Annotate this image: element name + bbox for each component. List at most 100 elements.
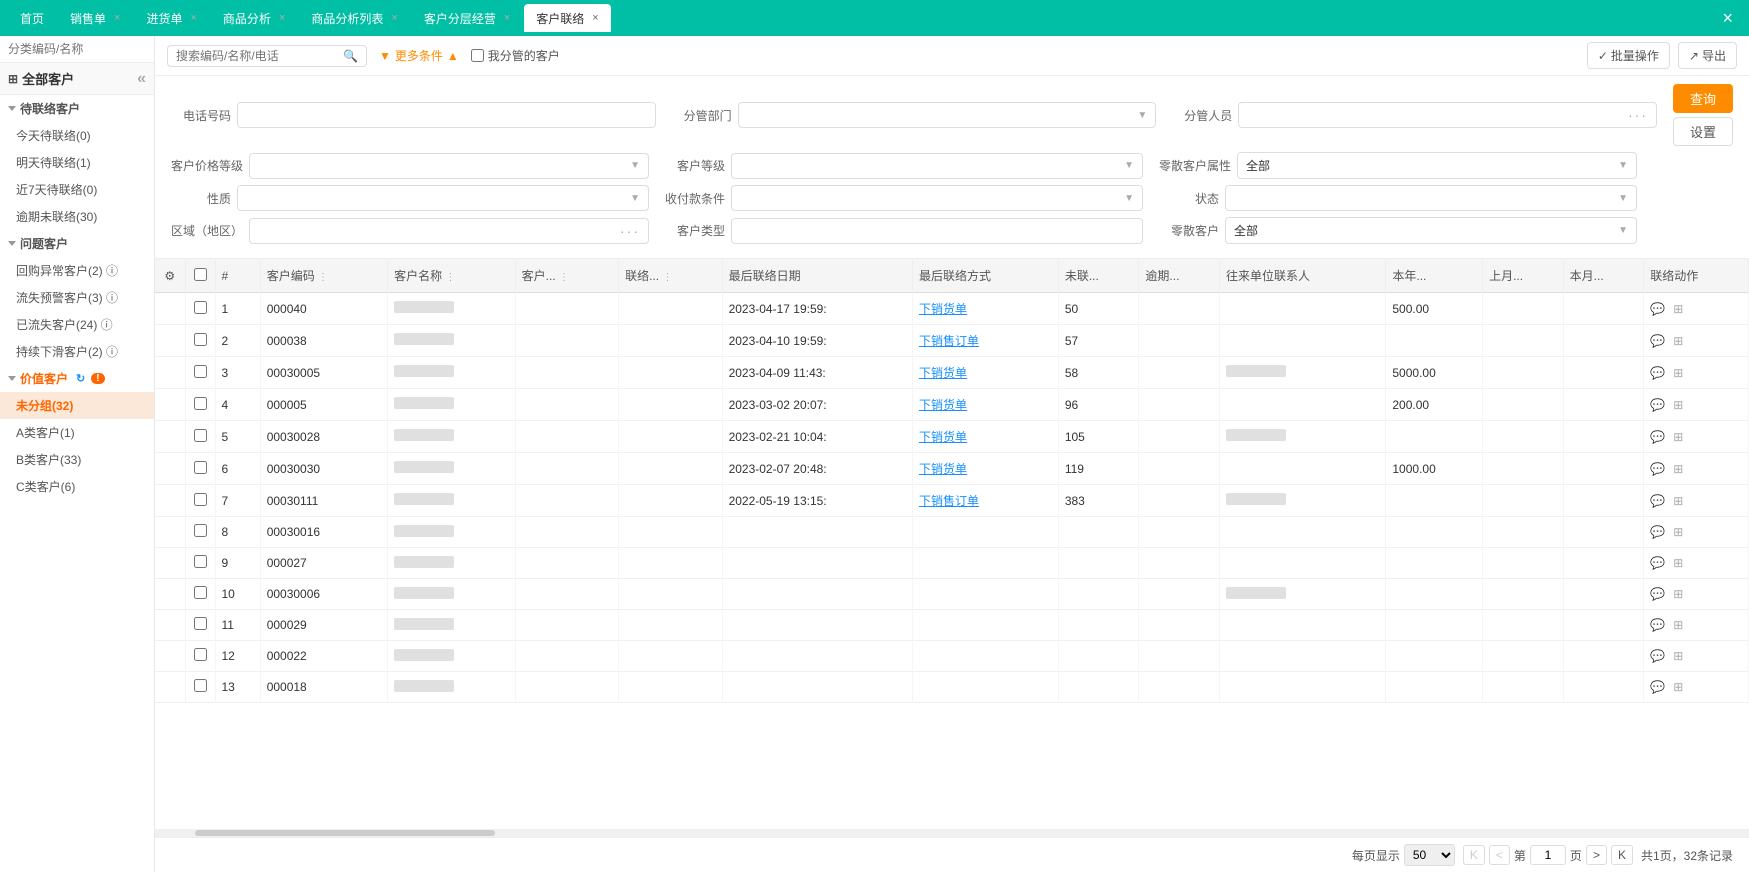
col-last-month[interactable]: 上月...	[1483, 259, 1564, 293]
filter-phone-input[interactable]	[237, 102, 656, 128]
filter-dept-select[interactable]: ▼	[738, 102, 1157, 128]
chat-action-icon[interactable]: 💬	[1650, 618, 1665, 632]
sidebar-search-input[interactable]	[8, 42, 155, 56]
sidebar-item-tomorrow-pending[interactable]: 明天待联络(1)	[0, 149, 154, 176]
tab-product-analysis[interactable]: 商品分析 ×	[211, 4, 297, 32]
grid-action-icon[interactable]: ⊞	[1673, 556, 1683, 570]
row-last-method[interactable]: 下销货单	[913, 453, 1059, 485]
close-all-tabs[interactable]: ×	[1714, 8, 1741, 29]
chat-action-icon[interactable]: 💬	[1650, 302, 1665, 316]
export-btn[interactable]: ↗ 导出	[1678, 42, 1737, 69]
main-search-input[interactable]	[176, 49, 339, 63]
grid-action-icon[interactable]: ⊞	[1673, 462, 1683, 476]
query-btn[interactable]: 查询	[1673, 84, 1733, 113]
chat-action-icon[interactable]: 💬	[1650, 430, 1665, 444]
chat-action-icon[interactable]: 💬	[1650, 556, 1665, 570]
row-last-method[interactable]	[913, 672, 1059, 703]
col-contact[interactable]: 联络... ⋮	[619, 259, 722, 293]
my-customers-check[interactable]	[471, 49, 484, 62]
row-checkbox[interactable]	[185, 421, 215, 453]
tab-customer-contact-close[interactable]: ×	[592, 12, 598, 24]
main-search-icon[interactable]: 🔍	[343, 49, 358, 63]
sidebar-item-churned[interactable]: 已流失客户(24) ⓘ	[0, 311, 154, 338]
tab-purchase[interactable]: 进货单 ×	[134, 4, 208, 32]
tab-sales-close[interactable]: ×	[114, 12, 120, 24]
value-customers-section[interactable]: 价值客户 ↻ !	[0, 365, 154, 392]
my-customers-checkbox[interactable]: 我分管的客户	[471, 47, 560, 64]
chat-action-icon[interactable]: 💬	[1650, 462, 1665, 476]
horizontal-scrollbar[interactable]	[155, 829, 1749, 837]
col-last-date[interactable]: 最后联络日期	[722, 259, 912, 293]
refresh-icon[interactable]: ↻	[76, 372, 85, 385]
nav-first-btn[interactable]: K	[1463, 845, 1485, 865]
col-type[interactable]: 客户... ⋮	[515, 259, 618, 293]
row-checkbox[interactable]	[185, 453, 215, 485]
chat-action-icon[interactable]: 💬	[1650, 680, 1665, 694]
per-page-select[interactable]: 50 20 100	[1404, 844, 1455, 866]
sidebar-item-today-pending[interactable]: 今天待联络(0)	[0, 122, 154, 149]
grid-action-icon[interactable]: ⊞	[1673, 302, 1683, 316]
tab-product-analysis-close[interactable]: ×	[279, 12, 285, 24]
col-contact-person[interactable]: 往来单位联系人	[1220, 259, 1386, 293]
row-checkbox[interactable]	[185, 325, 215, 357]
nav-next-btn[interactable]: >	[1586, 845, 1607, 865]
chat-action-icon[interactable]: 💬	[1650, 334, 1665, 348]
filter-person-input[interactable]: ···	[1238, 102, 1657, 128]
page-input[interactable]	[1530, 845, 1566, 865]
col-this-year[interactable]: 本年...	[1386, 259, 1483, 293]
nav-last-btn[interactable]: K	[1611, 845, 1633, 865]
grid-action-icon[interactable]: ⊞	[1673, 587, 1683, 601]
filter-customer-type-input[interactable]	[731, 218, 1143, 244]
row-last-method[interactable]	[913, 548, 1059, 579]
row-last-method[interactable]: 下销售订单	[913, 325, 1059, 357]
reset-btn[interactable]: 设置	[1673, 117, 1733, 146]
row-checkbox[interactable]	[185, 517, 215, 548]
col-overdue[interactable]: 逾期...	[1139, 259, 1220, 293]
row-checkbox[interactable]	[185, 579, 215, 610]
tab-customer-segment[interactable]: 客户分层经营 ×	[412, 4, 522, 32]
col-checkbox[interactable]	[185, 259, 215, 293]
chat-action-icon[interactable]: 💬	[1650, 398, 1665, 412]
batch-operation-btn[interactable]: ✓ 批量操作	[1587, 42, 1670, 69]
col-code[interactable]: 客户编码 ⋮	[260, 259, 387, 293]
grid-action-icon[interactable]: ⊞	[1673, 649, 1683, 663]
tab-customer-segment-close[interactable]: ×	[504, 12, 510, 24]
filter-status-select[interactable]: ▼	[1225, 185, 1637, 211]
filter-retail-customer-select[interactable]: 全部▼	[1225, 217, 1637, 244]
grid-action-icon[interactable]: ⊞	[1673, 334, 1683, 348]
sidebar-item-a-class[interactable]: A类客户(1)	[0, 419, 154, 446]
grid-action-icon[interactable]: ⊞	[1673, 680, 1683, 694]
sidebar-item-churn-warning[interactable]: 流失预警客户(3) ⓘ	[0, 284, 154, 311]
tab-customer-contact[interactable]: 客户联络 ×	[524, 4, 610, 32]
tab-home[interactable]: 首页	[8, 4, 56, 32]
filter-retail-attr-select[interactable]: 全部▼	[1237, 152, 1637, 179]
sidebar-item-c-class[interactable]: C类客户(6)	[0, 473, 154, 500]
row-last-method[interactable]	[913, 579, 1059, 610]
col-last-method[interactable]: 最后联络方式	[913, 259, 1059, 293]
row-last-method[interactable]: 下销货单	[913, 389, 1059, 421]
problem-customers-section[interactable]: 问题客户	[0, 230, 154, 257]
chat-action-icon[interactable]: 💬	[1650, 649, 1665, 663]
col-this-month[interactable]: 本月...	[1563, 259, 1644, 293]
grid-action-icon[interactable]: ⊞	[1673, 525, 1683, 539]
tab-product-analysis-list[interactable]: 商品分析列表 ×	[299, 4, 409, 32]
sidebar-item-7day-pending[interactable]: 近7天待联络(0)	[0, 176, 154, 203]
chat-action-icon[interactable]: 💬	[1650, 366, 1665, 380]
row-last-method[interactable]: 下销售订单	[913, 485, 1059, 517]
tab-product-analysis-list-close[interactable]: ×	[391, 12, 397, 24]
row-last-method[interactable]	[913, 641, 1059, 672]
grid-action-icon[interactable]: ⊞	[1673, 366, 1683, 380]
row-checkbox[interactable]	[185, 485, 215, 517]
row-checkbox[interactable]	[185, 641, 215, 672]
row-last-method[interactable]	[913, 610, 1059, 641]
filter-region-input[interactable]: ···	[249, 218, 649, 244]
sidebar-item-ungroup[interactable]: 未分组(32)	[0, 392, 154, 419]
sidebar-item-abnormal[interactable]: 回购异常客户(2) ⓘ	[0, 257, 154, 284]
row-last-method[interactable]: 下销货单	[913, 421, 1059, 453]
row-last-method[interactable]	[913, 517, 1059, 548]
row-last-method[interactable]: 下销货单	[913, 293, 1059, 325]
chat-action-icon[interactable]: 💬	[1650, 525, 1665, 539]
tab-purchase-close[interactable]: ×	[190, 12, 196, 24]
grid-action-icon[interactable]: ⊞	[1673, 618, 1683, 632]
col-settings[interactable]: ⚙	[155, 259, 185, 293]
